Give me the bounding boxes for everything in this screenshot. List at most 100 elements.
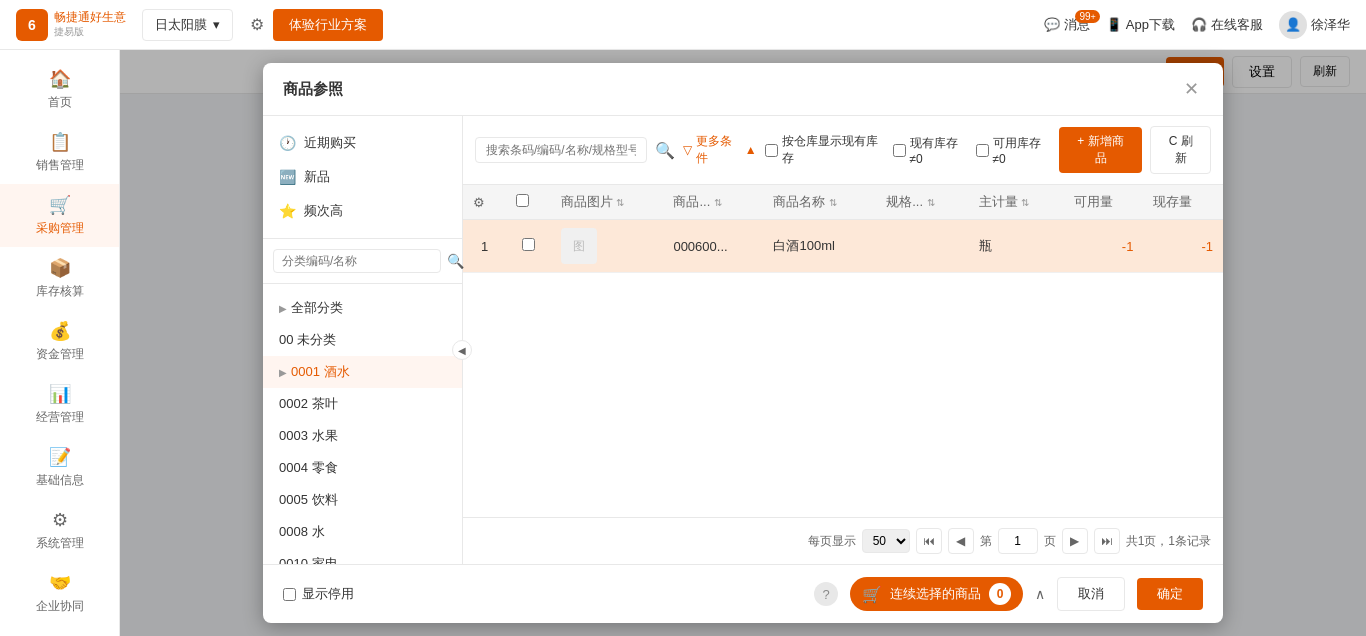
category-item-beverage[interactable]: 0005 饮料 xyxy=(263,484,462,516)
message-icon: 💬 xyxy=(1044,17,1060,32)
nav-new-product[interactable]: 🆕 新品 xyxy=(263,160,462,194)
page-label2: 页 xyxy=(1044,533,1056,550)
row-checkbox-cell[interactable] xyxy=(506,220,551,273)
category-search-area: 🔍 xyxy=(263,239,462,284)
app-download-item[interactable]: 📱 App下载 xyxy=(1106,16,1175,34)
col-spec[interactable]: 规格... ⇅ xyxy=(876,185,968,220)
col-image[interactable]: 商品图片 ⇅ xyxy=(551,185,664,220)
company-dropdown[interactable]: 日太阳膜 ▾ xyxy=(142,9,233,41)
modal-close-icon[interactable]: ✕ xyxy=(1179,77,1203,101)
basics-icon: 📝 xyxy=(49,446,71,468)
row-spec-cell xyxy=(876,220,968,273)
category-item-snack[interactable]: 0004 零食 xyxy=(263,452,462,484)
col-spec-label: 规格... xyxy=(886,194,923,209)
cart-label: 连续选择的商品 xyxy=(890,585,981,603)
checkbox-warehouse-input[interactable] xyxy=(765,144,778,157)
up-arrow-icon[interactable]: ∧ xyxy=(1035,586,1045,602)
row-image-cell: 图 xyxy=(551,220,664,273)
sidebar-item-inventory[interactable]: 📦 库存核算 xyxy=(0,247,119,310)
username: 徐泽华 xyxy=(1311,16,1350,34)
category-item-appliance[interactable]: 0010 家电 xyxy=(263,548,462,564)
search-submit-icon[interactable]: 🔍 xyxy=(655,141,675,160)
sidebar-item-system[interactable]: ⚙ 系统管理 xyxy=(0,499,119,562)
sidebar-label-inventory: 库存核算 xyxy=(36,283,84,300)
col-checkbox xyxy=(506,185,551,220)
first-page-btn[interactable]: ⏮ xyxy=(916,528,942,554)
checkbox-stock-nonzero[interactable]: 现有库存≠0 xyxy=(893,135,968,166)
sidebar-item-home[interactable]: 🏠 首页 xyxy=(0,58,119,121)
next-page-btn[interactable]: ▶ xyxy=(1062,528,1088,554)
product-table: ⚙ 商品图片 ⇅ xyxy=(463,185,1223,273)
total-info: 共1页，1条记录 xyxy=(1126,533,1211,550)
sidebar-item-purchase[interactable]: 🛒 采购管理 xyxy=(0,184,119,247)
col-code[interactable]: 商品... ⇅ xyxy=(663,185,763,220)
checkbox-stock-input[interactable] xyxy=(893,144,906,157)
show-disabled-checkbox[interactable]: 显示停用 xyxy=(283,585,354,603)
messages-item[interactable]: 💬 消息 99+ xyxy=(1044,16,1090,34)
checkbox-available-label: 可用库存≠0 xyxy=(993,135,1051,166)
modal-footer: 显示停用 ? 🛒 连续选择的商品 0 ∧ 取消 确定 xyxy=(263,564,1223,623)
sidebar-item-basics[interactable]: 📝 基础信息 xyxy=(0,436,119,499)
row-checkbox[interactable] xyxy=(522,238,535,251)
category-search-icon[interactable]: 🔍 xyxy=(447,253,464,269)
select-all-checkbox[interactable] xyxy=(516,194,529,207)
main-layout: 🏠 首页 📋 销售管理 🛒 采购管理 📦 库存核算 💰 资金管理 📊 经营管理 … xyxy=(0,50,1366,636)
col-name[interactable]: 商品名称 ⇅ xyxy=(763,185,876,220)
category-item-water[interactable]: 0008 水 xyxy=(263,516,462,548)
expand-icon-all: ▶ xyxy=(279,303,287,314)
prev-page-btn[interactable]: ◀ xyxy=(948,528,974,554)
expand-icon-liquor: ▶ xyxy=(279,367,287,378)
checkbox-available-input[interactable] xyxy=(976,144,989,157)
refresh-product-btn[interactable]: C 刷新 xyxy=(1150,126,1211,174)
experience-btn[interactable]: 体验行业方案 xyxy=(273,9,383,41)
sidebar-item-business[interactable]: 📊 经营管理 xyxy=(0,373,119,436)
col-settings[interactable]: ⚙ xyxy=(463,185,506,220)
messages-badge: 99+ xyxy=(1075,10,1099,23)
category-item-tea[interactable]: 0002 茶叶 xyxy=(263,388,462,420)
user-item[interactable]: 👤 徐泽华 xyxy=(1279,11,1350,39)
per-page-select[interactable]: 50 xyxy=(862,529,910,553)
show-disabled-input[interactable] xyxy=(283,588,296,601)
modal-header: 商品参照 ✕ xyxy=(263,63,1223,116)
row-available-cell: -1 xyxy=(1064,220,1144,273)
table-row[interactable]: 1 图 xyxy=(463,220,1223,273)
add-product-btn[interactable]: + 新增商品 xyxy=(1059,127,1143,173)
product-thumbnail: 图 xyxy=(561,228,597,264)
new-label: 新品 xyxy=(304,168,330,186)
sidebar-label-business: 经营管理 xyxy=(36,409,84,426)
collapse-btn[interactable]: ◀ xyxy=(452,340,472,360)
sidebar-item-finance[interactable]: 💰 资金管理 xyxy=(0,310,119,373)
nav-frequent[interactable]: ⭐ 频次高 xyxy=(263,194,462,228)
category-item-unclassified[interactable]: 00 未分类 xyxy=(263,324,462,356)
cancel-btn[interactable]: 取消 xyxy=(1057,577,1125,611)
nav-recent-purchase[interactable]: 🕐 近期购买 xyxy=(263,126,462,160)
enterprise-icon: 🤝 xyxy=(49,572,71,594)
category-search-input[interactable] xyxy=(273,249,441,273)
sidebar-item-guide[interactable]: 🎯 新手引导 xyxy=(0,625,119,636)
filter-btn[interactable]: ▽ 更多条件 ▲ xyxy=(683,133,757,167)
app-download-label: App下载 xyxy=(1126,16,1175,34)
filter-label: 更多条件 xyxy=(696,133,741,167)
sidebar: 🏠 首页 📋 销售管理 🛒 采购管理 📦 库存核算 💰 资金管理 📊 经营管理 … xyxy=(0,50,120,636)
confirm-btn[interactable]: 确定 xyxy=(1137,578,1203,610)
category-item-liquor[interactable]: ▶ 0001 酒水 xyxy=(263,356,462,388)
logo-text: 畅捷通好生意 xyxy=(54,10,126,26)
col-stock: 现存量 xyxy=(1143,185,1223,220)
settings-icon[interactable]: ⚙ xyxy=(241,9,273,41)
sidebar-item-sales[interactable]: 📋 销售管理 xyxy=(0,121,119,184)
category-item-fruit[interactable]: 0003 水果 xyxy=(263,420,462,452)
page-number-input[interactable]: 1 xyxy=(998,528,1038,554)
cart-container[interactable]: 🛒 连续选择的商品 0 xyxy=(850,577,1023,611)
product-search-input[interactable] xyxy=(475,137,647,163)
help-icon[interactable]: ? xyxy=(814,582,838,606)
col-unit[interactable]: 主计量 ⇅ xyxy=(969,185,1064,220)
category-label-liquor: 0001 酒水 xyxy=(291,363,350,381)
last-page-btn[interactable]: ⏭ xyxy=(1094,528,1120,554)
online-service-item[interactable]: 🎧 在线客服 xyxy=(1191,16,1263,34)
category-label-beverage: 0005 饮料 xyxy=(279,491,338,509)
category-item-all[interactable]: ▶ 全部分类 xyxy=(263,292,462,324)
checkbox-available-nonzero[interactable]: 可用库存≠0 xyxy=(976,135,1051,166)
sidebar-item-enterprise[interactable]: 🤝 企业协同 xyxy=(0,562,119,625)
category-label-fruit: 0003 水果 xyxy=(279,427,338,445)
checkbox-warehouse[interactable]: 按仓库显示现有库存 xyxy=(765,133,885,167)
